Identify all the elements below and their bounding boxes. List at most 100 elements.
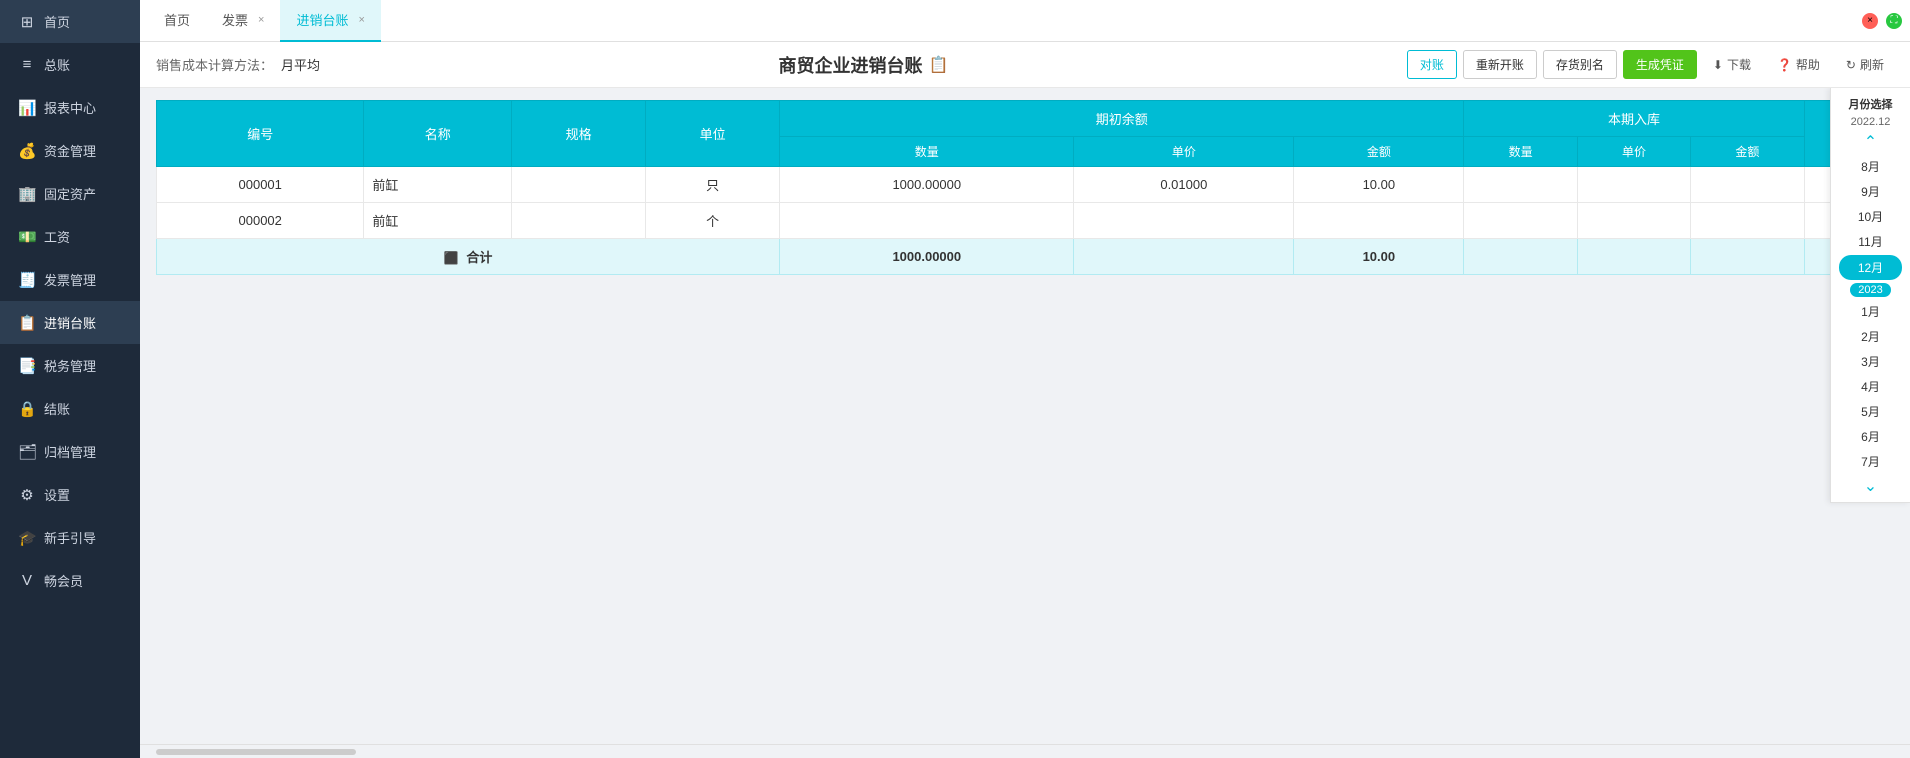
sidebar-item-close[interactable]: 🔒 结账 <box>0 387 140 430</box>
year-2023-badge[interactable]: 2023 <box>1850 283 1890 297</box>
cell-in-amount-2 <box>1691 203 1804 239</box>
cell-name-1: 前缸 <box>364 167 512 203</box>
cell-unit-1: 只 <box>646 167 780 203</box>
col-header-spec: 规格 <box>512 101 646 167</box>
reconcile-button[interactable]: 对账 <box>1407 50 1457 79</box>
generate-voucher-button[interactable]: 生成凭证 <box>1623 50 1697 79</box>
window-expand-button[interactable]: ⛶ <box>1886 13 1902 29</box>
total-open-qty: 1000.00000 <box>780 239 1074 275</box>
month-item-10[interactable]: 10月 <box>1831 204 1910 229</box>
cell-in-amount-1 <box>1691 167 1804 203</box>
month-item-7[interactable]: 7月 <box>1831 449 1910 474</box>
cost-method-value: 月平均 <box>281 55 320 74</box>
refresh-icon: ↻ <box>1846 58 1856 72</box>
download-icon: ⬇ <box>1713 58 1723 72</box>
total-icon: ⬛ <box>444 251 459 265</box>
tab-invoice-close[interactable]: × <box>258 14 264 26</box>
month-item-2[interactable]: 2月 <box>1831 324 1910 349</box>
sidebar-item-purchase-sales[interactable]: 📋 进销台账 <box>0 301 140 344</box>
sub-header-open-qty: 数量 <box>780 137 1074 167</box>
tab-invoice[interactable]: 发票 × <box>206 0 280 42</box>
sidebar-item-vip[interactable]: V 畅会员 <box>0 559 140 602</box>
sidebar-item-archive[interactable]: 🗂 归档管理 <box>0 430 140 473</box>
sidebar-item-funds[interactable]: 💰 资金管理 <box>0 129 140 172</box>
month-item-3[interactable]: 3月 <box>1831 349 1910 374</box>
sidebar-item-home[interactable]: ⊞ 首页 <box>0 0 140 43</box>
table-row: 000001 前缸 只 1000.00000 0.01000 10.00 <box>157 167 1894 203</box>
month-item-8[interactable]: 8月 <box>1831 154 1910 179</box>
bottom-scrollbar-area <box>140 744 1910 758</box>
month-nav-down[interactable]: ⌄ <box>1864 474 1877 498</box>
window-controls: × ⛶ <box>1862 13 1902 29</box>
cell-open-qty-1: 1000.00000 <box>780 167 1074 203</box>
close-accounts-icon: 🔒 <box>18 400 36 418</box>
sub-header-open-price: 单价 <box>1074 137 1294 167</box>
cell-open-price-2 <box>1074 203 1294 239</box>
guide-icon: 🎓 <box>18 529 36 547</box>
sidebar-item-assets[interactable]: 🏢 固定资产 <box>0 172 140 215</box>
tab-purchase-sales[interactable]: 进销台账 × <box>280 0 380 42</box>
content-area: 销售成本计算方法： 月平均 商贸企业进销台账 📋 对账 重新开账 存货别名 生成… <box>140 42 1910 758</box>
help-button[interactable]: ❓ 帮助 <box>1767 51 1830 78</box>
tab-home[interactable]: 首页 <box>148 0 206 42</box>
page-title-area: 商贸企业进销台账 📋 <box>328 52 1399 78</box>
archive-icon: 🗂 <box>18 443 36 461</box>
purchase-sales-icon: 📋 <box>18 314 36 332</box>
sidebar-item-settings[interactable]: ⚙ 设置 <box>0 473 140 516</box>
cell-no-2: 000002 <box>157 203 364 239</box>
download-button[interactable]: ⬇ 下载 <box>1703 51 1761 78</box>
month-item-6[interactable]: 6月 <box>1831 424 1910 449</box>
month-item-1[interactable]: 1月 <box>1831 299 1910 324</box>
cell-unit-2: 个 <box>646 203 780 239</box>
reopen-button[interactable]: 重新开账 <box>1463 50 1537 79</box>
month-item-4[interactable]: 4月 <box>1831 374 1910 399</box>
total-open-amount: 10.00 <box>1294 239 1464 275</box>
reports-icon: 📊 <box>18 99 36 117</box>
total-in-price <box>1577 239 1690 275</box>
month-nav-up[interactable]: ⌃ <box>1864 130 1877 154</box>
cell-open-qty-2 <box>780 203 1074 239</box>
cell-open-price-1: 0.01000 <box>1074 167 1294 203</box>
refresh-button[interactable]: ↻ 刷新 <box>1836 51 1894 78</box>
horizontal-scrollbar[interactable] <box>156 749 356 755</box>
sidebar-item-ledger[interactable]: ≡ 总账 <box>0 43 140 86</box>
cell-name-2: 前缸 <box>364 203 512 239</box>
tab-purchase-sales-close[interactable]: × <box>358 14 364 26</box>
total-row: ⬛ 合计 1000.00000 10.00 <box>157 239 1894 275</box>
cell-open-amount-1: 10.00 <box>1294 167 1464 203</box>
cell-no-1: 000001 <box>157 167 364 203</box>
cell-open-amount-2 <box>1294 203 1464 239</box>
vip-icon: V <box>18 572 36 589</box>
toolbar: 销售成本计算方法： 月平均 商贸企业进销台账 📋 对账 重新开账 存货别名 生成… <box>140 42 1910 88</box>
assets-icon: 🏢 <box>18 185 36 203</box>
sub-header-in-amount: 金额 <box>1691 137 1804 167</box>
sidebar-item-guide[interactable]: 🎓 新手引导 <box>0 516 140 559</box>
tabs-bar: 首页 发票 × 进销台账 × × ⛶ <box>140 0 1910 42</box>
sidebar: ⊞ 首页 ≡ 总账 📊 报表中心 💰 资金管理 🏢 固定资产 💵 工资 🧾 发票… <box>0 0 140 758</box>
month-item-5[interactable]: 5月 <box>1831 399 1910 424</box>
main-table: 编号 名称 规格 单位 期初余额 本期入库 数 数量 单价 金额 数 <box>156 100 1894 275</box>
info-icon[interactable]: 📋 <box>928 55 948 75</box>
month-item-11[interactable]: 11月 <box>1831 229 1910 254</box>
total-in-amount <box>1691 239 1804 275</box>
sidebar-item-invoice-mgmt[interactable]: 🧾 发票管理 <box>0 258 140 301</box>
total-label-cell: ⬛ 合计 <box>157 239 780 275</box>
salary-icon: 💵 <box>18 228 36 246</box>
col-header-in: 本期入库 <box>1464 101 1804 137</box>
table-row: 000002 前缸 个 <box>157 203 1894 239</box>
month-item-12[interactable]: 12月 <box>1839 255 1902 280</box>
save-alias-button[interactable]: 存货别名 <box>1543 50 1617 79</box>
main-area: 首页 发票 × 进销台账 × × ⛶ 销售成本计算方法： 月平均 商贸企业进销台… <box>140 0 1910 758</box>
ledger-icon: ≡ <box>18 56 36 73</box>
funds-icon: 💰 <box>18 142 36 160</box>
total-open-price-blank <box>1074 239 1294 275</box>
sidebar-item-salary[interactable]: 💵 工资 <box>0 215 140 258</box>
month-panel: 月份选择 2022.12 ⌃ 8月 9月 10月 11月 12月 2023 1月… <box>1830 88 1910 503</box>
sidebar-item-tax[interactable]: 📑 税务管理 <box>0 344 140 387</box>
col-header-name: 名称 <box>364 101 512 167</box>
month-item-9[interactable]: 9月 <box>1831 179 1910 204</box>
cell-spec-1 <box>512 167 646 203</box>
toolbar-actions: 对账 重新开账 存货别名 生成凭证 ⬇ 下载 ❓ 帮助 ↻ 刷新 <box>1407 50 1894 79</box>
window-close-button[interactable]: × <box>1862 13 1878 29</box>
sidebar-item-reports[interactable]: 📊 报表中心 <box>0 86 140 129</box>
